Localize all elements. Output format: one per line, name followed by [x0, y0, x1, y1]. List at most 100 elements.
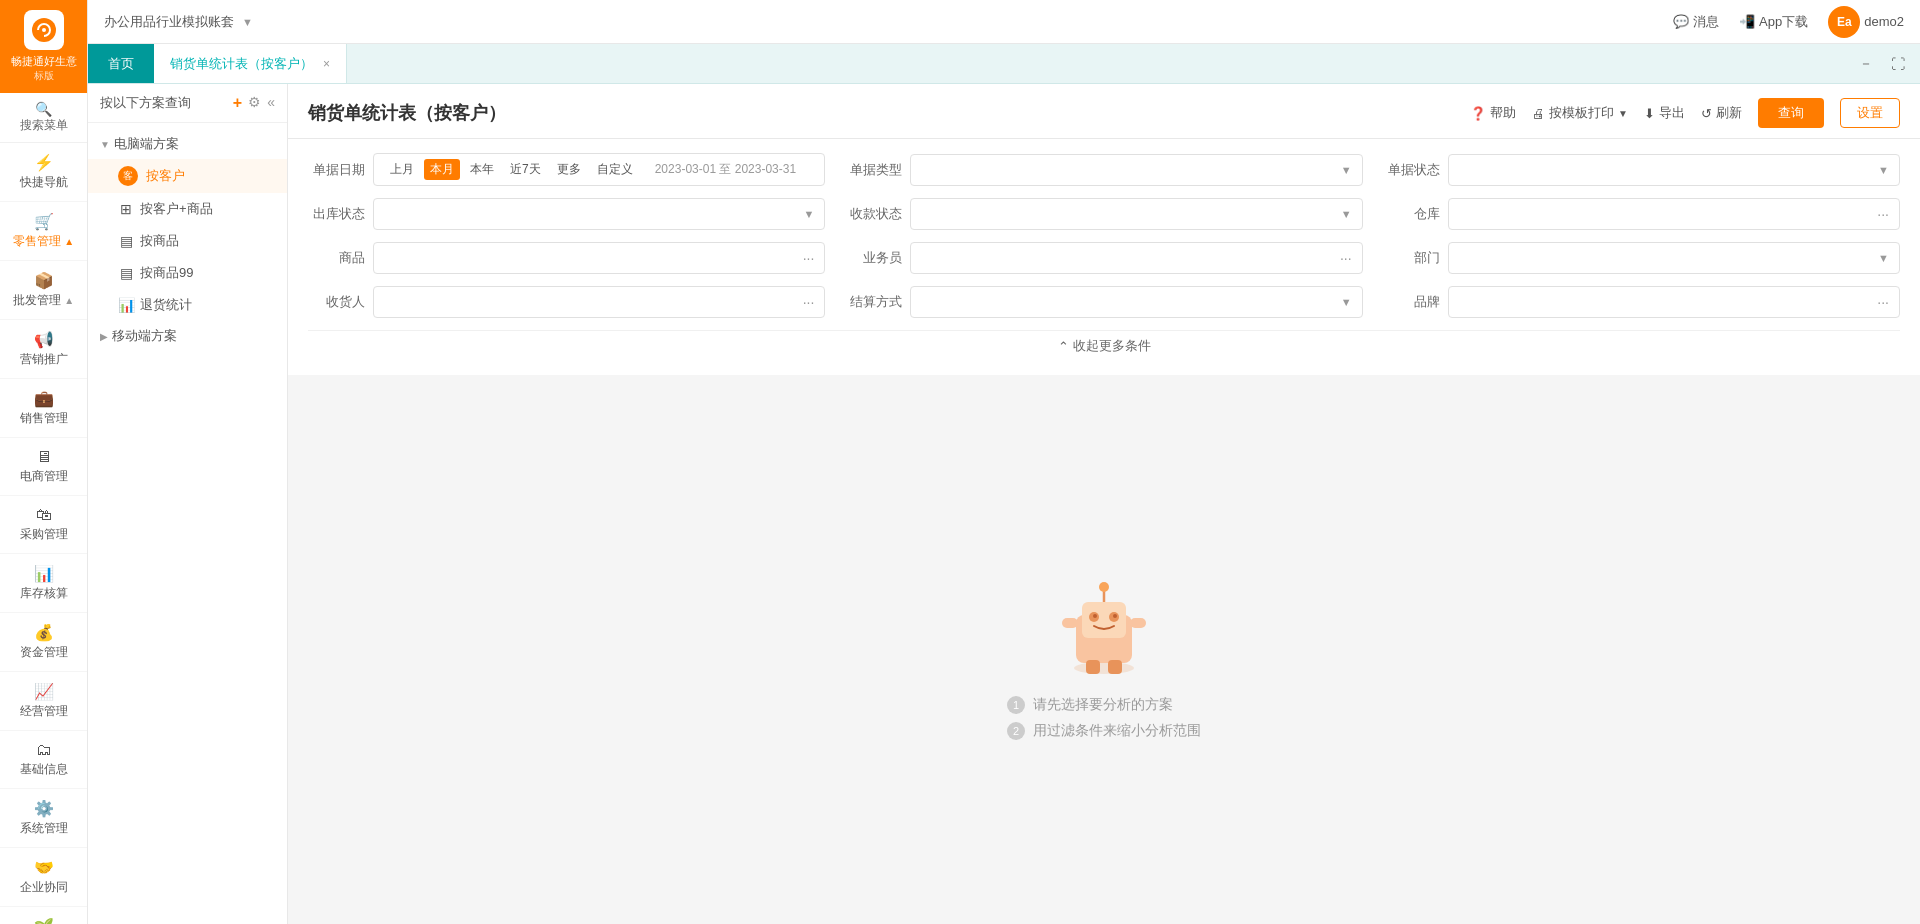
scheme-table2-icon: ▤: [118, 265, 134, 281]
tree-item-return-stats[interactable]: 📊 退货统计: [88, 289, 287, 321]
scheme-tree: ▼ 电脑端方案 客 按客户 ⊞ 按客户+商品 ▤ 按商品 ▤ 按商品: [88, 123, 287, 357]
tab-close-icon[interactable]: ×: [323, 57, 330, 71]
sidebar-item-wholesale[interactable]: 📦 批发管理 ▲: [0, 261, 87, 320]
tree-item-by-customer-product[interactable]: ⊞ 按客户+商品: [88, 193, 287, 225]
warehouse-label: 仓库: [1383, 205, 1448, 223]
svg-rect-4: [1082, 602, 1126, 638]
date-tab-this-year[interactable]: 本年: [464, 159, 500, 180]
tab-bar: 首页 销货单统计表（按客户） × － ⛶: [88, 44, 1920, 84]
message-button[interactable]: 💬 消息: [1673, 13, 1719, 31]
sidebar-item-ecommerce[interactable]: 🖥 电商管理: [0, 438, 87, 496]
sidebar-item-system[interactable]: ⚙️ 系统管理: [0, 789, 87, 848]
tab-minimize-button[interactable]: －: [1852, 50, 1880, 78]
tip-num-1: 1: [1007, 696, 1025, 714]
sidebar-item-operation[interactable]: 📈 经营管理: [0, 672, 87, 731]
tree-group-mobile[interactable]: ▶ 移动端方案: [88, 321, 287, 351]
refresh-button[interactable]: ↺ 刷新: [1701, 104, 1742, 122]
left-panel-title: 按以下方案查询: [100, 94, 191, 112]
tab-sales-stats[interactable]: 销货单统计表（按客户） ×: [154, 44, 347, 83]
sidebar-item-marketing[interactable]: 📢 营销推广: [0, 320, 87, 379]
receipt-status-label: 收款状态: [845, 205, 910, 223]
newbie-icon: 🌱: [4, 917, 83, 924]
brand-label: 品牌: [1383, 293, 1448, 311]
page-header: 销货单统计表（按客户） ❓ 帮助 🖨 按模板打印 ▼ ⬇ 导出: [288, 84, 1920, 139]
empty-state: 1 请先选择要分析的方案 2 用过滤条件来缩小分析范围: [288, 375, 1920, 924]
finance-icon: 💰: [4, 623, 83, 642]
tab-home[interactable]: 首页: [88, 44, 154, 83]
add-scheme-button[interactable]: +: [233, 94, 242, 112]
export-button[interactable]: ⬇ 导出: [1644, 104, 1685, 122]
main-area: 办公用品行业模拟账套 ▼ 💬 消息 📲 App下载 Ea demo2 首页: [88, 0, 1920, 924]
sidebar-item-newbie[interactable]: 🌱 新手引导: [0, 907, 87, 924]
filter-row-1: 单据日期 上月 本月 本年 近7天 更多 自定义 2023-03-01 至 20…: [308, 153, 1900, 186]
sidebar-item-purchase[interactable]: 🛍 采购管理: [0, 496, 87, 554]
export-icon: ⬇: [1644, 106, 1655, 121]
group-expand-icon: ▼: [100, 139, 110, 150]
settlement-filter[interactable]: ▼: [910, 286, 1362, 318]
receiver-label: 收货人: [308, 293, 373, 311]
refresh-icon: ↺: [1701, 106, 1712, 121]
svg-point-10: [1099, 582, 1109, 592]
collapse-panel-button[interactable]: «: [267, 94, 275, 112]
ecommerce-icon: 🖥: [4, 448, 83, 466]
print-button[interactable]: 🖨 按模板打印 ▼: [1532, 104, 1628, 122]
sidebar-item-quick-nav[interactable]: ⚡ 快捷导航: [0, 143, 87, 202]
date-tab-custom[interactable]: 自定义: [591, 159, 639, 180]
sidebar-item-inventory[interactable]: 📊 库存核算: [0, 554, 87, 613]
department-filter[interactable]: ▼: [1448, 242, 1900, 274]
top-header: 办公用品行业模拟账套 ▼ 💬 消息 📲 App下载 Ea demo2: [88, 0, 1920, 44]
help-button[interactable]: ❓ 帮助: [1470, 104, 1516, 122]
app-download-button[interactable]: 📲 App下载: [1739, 13, 1808, 31]
sidebar-item-retail[interactable]: 🛒 零售管理 ▲: [0, 202, 87, 261]
tree-item-by-customer[interactable]: 客 按客户: [88, 159, 287, 193]
tree-group-desktop[interactable]: ▼ 电脑端方案: [88, 129, 287, 159]
brand-more-icon: ···: [1877, 294, 1889, 310]
product-label: 商品: [308, 249, 373, 267]
tree-item-by-product[interactable]: ▤ 按商品: [88, 225, 287, 257]
date-filter[interactable]: 上月 本月 本年 近7天 更多 自定义 2023-03-01 至 2023-03…: [373, 153, 825, 186]
salesperson-label: 业务员: [845, 249, 910, 267]
avatar: Ea: [1828, 6, 1860, 38]
empty-tip-1: 1 请先选择要分析的方案: [1007, 696, 1201, 714]
sidebar-item-finance[interactable]: 💰 资金管理: [0, 613, 87, 672]
tree-item-by-product99[interactable]: ▤ 按商品99: [88, 257, 287, 289]
filter-area: 单据日期 上月 本月 本年 近7天 更多 自定义 2023-03-01 至 20…: [288, 139, 1920, 375]
brand-filter[interactable]: ···: [1448, 286, 1900, 318]
retail-icon: 🛒: [4, 212, 83, 231]
collapse-icon: ⌃: [1058, 339, 1069, 354]
tab-maximize-button[interactable]: ⛶: [1884, 50, 1912, 78]
warehouse-filter[interactable]: ···: [1448, 198, 1900, 230]
svg-rect-13: [1062, 618, 1078, 628]
inventory-icon: 📊: [4, 564, 83, 583]
sidebar-item-enterprise[interactable]: 🤝 企业协同: [0, 848, 87, 907]
sidebar-item-sales[interactable]: 💼 销售管理: [0, 379, 87, 438]
doc-status-filter[interactable]: ▼: [1448, 154, 1900, 186]
out-status-filter[interactable]: ▼: [373, 198, 825, 230]
date-tab-last-7days[interactable]: 近7天: [504, 159, 547, 180]
quick-nav-icon: ⚡: [4, 153, 83, 172]
print-dropdown-icon[interactable]: ▼: [1618, 108, 1628, 119]
doc-type-filter[interactable]: ▼: [910, 154, 1362, 186]
date-tab-last-month[interactable]: 上月: [384, 159, 420, 180]
salesperson-filter[interactable]: ···: [910, 242, 1362, 274]
collapse-button[interactable]: ⌃ 收起更多条件: [308, 330, 1900, 361]
product-filter[interactable]: ···: [373, 242, 825, 274]
doc-type-dropdown-icon: ▼: [1341, 164, 1352, 176]
settings-button[interactable]: 设置: [1840, 98, 1900, 128]
receiver-filter[interactable]: ···: [373, 286, 825, 318]
date-tab-more[interactable]: 更多: [551, 159, 587, 180]
empty-tip-2: 2 用过滤条件来缩小分析范围: [1007, 722, 1201, 740]
receipt-status-filter[interactable]: ▼: [910, 198, 1362, 230]
mobile-group-expand-icon: ▶: [100, 331, 108, 342]
user-menu[interactable]: Ea demo2: [1828, 6, 1904, 38]
scheme-grid-icon: ⊞: [118, 201, 134, 217]
sidebar-item-basic[interactable]: 🗂 基础信息: [0, 731, 87, 789]
sidebar-search[interactable]: 🔍 搜索菜单: [0, 93, 87, 143]
date-tab-this-month[interactable]: 本月: [424, 159, 460, 180]
filter-row-3: 商品 ··· 业务员 ··· 部门 ▼: [308, 242, 1900, 274]
svg-point-8: [1113, 614, 1117, 618]
svg-rect-14: [1130, 618, 1146, 628]
breadcrumb-dropdown-icon[interactable]: ▼: [242, 16, 253, 28]
settings-scheme-button[interactable]: ⚙: [248, 94, 261, 112]
query-button[interactable]: 查询: [1758, 98, 1824, 128]
